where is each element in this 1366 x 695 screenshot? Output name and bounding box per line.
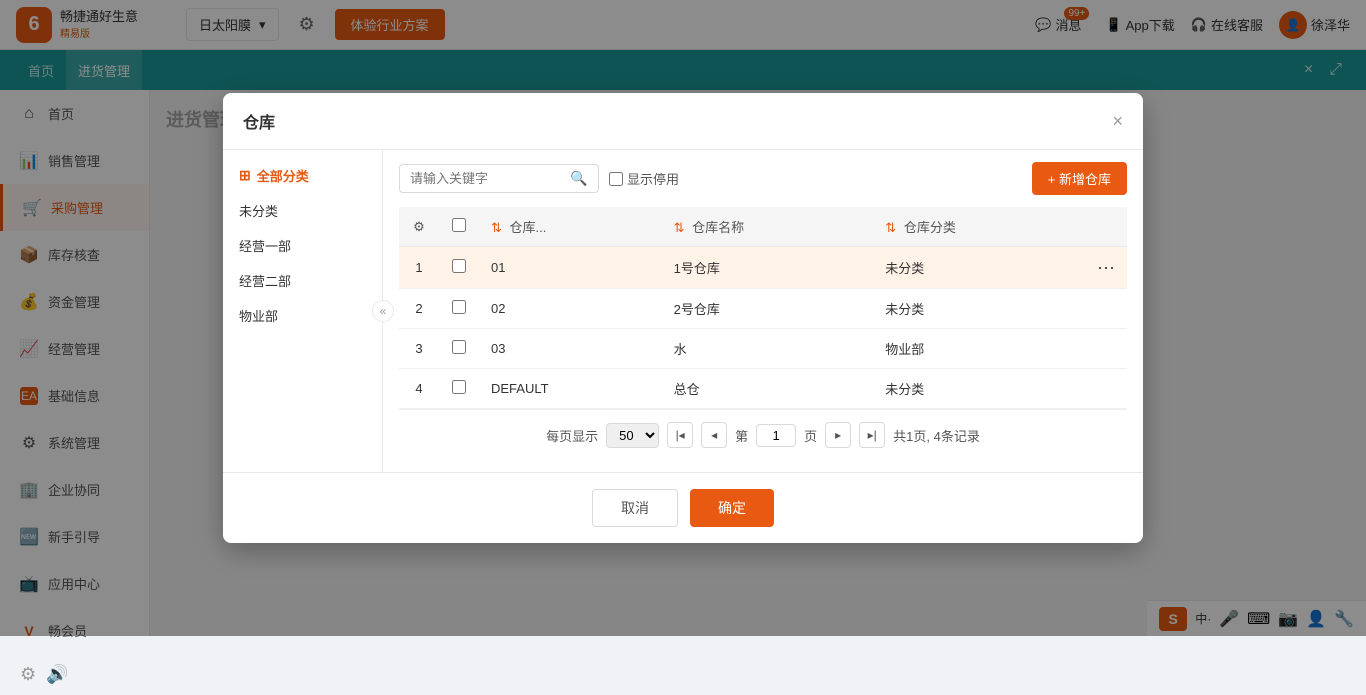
- col-category[interactable]: ⇅ 仓库分类: [873, 207, 1085, 247]
- category-ops2-label: 经营二部: [239, 271, 291, 290]
- dialog-footer: 取消 确定: [223, 472, 1143, 543]
- category-item-ops1[interactable]: 经营一部: [223, 228, 382, 263]
- table-row: 1 01 1号仓库 未分类 ···: [399, 247, 1127, 289]
- prev-page-button[interactable]: ◂: [701, 422, 727, 448]
- row1-category: 未分类: [873, 247, 1085, 289]
- row4-more[interactable]: [1085, 369, 1127, 409]
- table-row: 3 03 水 物业部: [399, 329, 1127, 369]
- category-collapse-button[interactable]: «: [372, 300, 394, 322]
- category-item-ops2[interactable]: 经营二部: [223, 263, 382, 298]
- col-actions: [1085, 207, 1127, 247]
- row2-name: 2号仓库: [662, 289, 874, 329]
- row3-seq: 3: [399, 329, 439, 369]
- col-name[interactable]: ⇅ 仓库名称: [662, 207, 874, 247]
- table-header-row: ⚙ ⇅ 仓库... ⇅: [399, 207, 1127, 247]
- sort-icon-category: ⇅: [885, 220, 896, 235]
- select-all-checkbox[interactable]: [452, 218, 466, 232]
- sort-icon-code: ⇅: [491, 220, 502, 235]
- last-page-button[interactable]: ▸|: [859, 422, 885, 448]
- category-item-unclassified[interactable]: 未分类: [223, 193, 382, 228]
- show-disabled-wrap: 显示停用: [609, 169, 679, 188]
- table-row: 4 DEFAULT 总仓 未分类: [399, 369, 1127, 409]
- sidebar-bottom: ⚙ 🔊: [0, 654, 149, 695]
- row3-select[interactable]: [452, 340, 466, 354]
- pagination: 每页显示 50 |◂ ◂ 第 页 ▸ ▸| 共1页, 4条记录: [399, 409, 1127, 460]
- sidebar-settings-icon[interactable]: ⚙: [20, 664, 36, 685]
- row4-select[interactable]: [452, 380, 466, 394]
- search-input-wrap: 🔍: [399, 164, 599, 193]
- col-settings: ⚙: [399, 207, 439, 247]
- dialog-overlay: 仓库 × « ⊞ 全部分类 未分类 经营一部 经营二部: [0, 0, 1366, 636]
- table-panel: 🔍 显示停用 + 新增仓库 ⚙: [383, 150, 1143, 472]
- row1-code: 01: [479, 247, 662, 289]
- sidebar-volume-icon[interactable]: 🔊: [46, 664, 68, 685]
- row1-seq: 1: [399, 247, 439, 289]
- category-item-all[interactable]: ⊞ 全部分类: [223, 158, 382, 193]
- table-container: ⚙ ⇅ 仓库... ⇅: [399, 207, 1127, 409]
- category-property-label: 物业部: [239, 306, 278, 325]
- dialog-header: 仓库 ×: [223, 93, 1143, 150]
- table-body: 1 01 1号仓库 未分类 ··· 2: [399, 247, 1127, 409]
- page-suffix: 页: [804, 426, 817, 445]
- col-checkbox: [439, 207, 479, 247]
- show-disabled-checkbox[interactable]: [609, 172, 623, 186]
- row1-select[interactable]: [452, 259, 466, 273]
- table-head: ⚙ ⇅ 仓库... ⇅: [399, 207, 1127, 247]
- row2-checkbox: [439, 289, 479, 329]
- row3-more[interactable]: [1085, 329, 1127, 369]
- category-ops1-label: 经营一部: [239, 236, 291, 255]
- row4-name: 总仓: [662, 369, 874, 409]
- page-number-input[interactable]: [756, 424, 796, 447]
- per-page-select[interactable]: 50: [606, 423, 659, 448]
- sort-icon-name: ⇅: [674, 220, 685, 235]
- category-all-label: 全部分类: [257, 166, 309, 185]
- row4-code: DEFAULT: [479, 369, 662, 409]
- dialog-close-button[interactable]: ×: [1112, 111, 1123, 132]
- warehouse-table: ⚙ ⇅ 仓库... ⇅: [399, 207, 1127, 409]
- table-row: 2 02 2号仓库 未分类: [399, 289, 1127, 329]
- cancel-button[interactable]: 取消: [592, 489, 678, 527]
- grid-icon: ⊞: [239, 167, 251, 184]
- row4-seq: 4: [399, 369, 439, 409]
- dialog-body: « ⊞ 全部分类 未分类 经营一部 经营二部 物业部: [223, 150, 1143, 472]
- search-input[interactable]: [410, 171, 570, 186]
- row1-name: 1号仓库: [662, 247, 874, 289]
- col-code[interactable]: ⇅ 仓库...: [479, 207, 662, 247]
- row2-select[interactable]: [452, 300, 466, 314]
- row2-category: 未分类: [873, 289, 1085, 329]
- first-page-button[interactable]: |◂: [667, 422, 693, 448]
- row1-checkbox: [439, 247, 479, 289]
- row2-more[interactable]: [1085, 289, 1127, 329]
- row3-category: 物业部: [873, 329, 1085, 369]
- dialog-title: 仓库: [243, 109, 275, 133]
- table-toolbar: 🔍 显示停用 + 新增仓库: [399, 162, 1127, 195]
- row4-checkbox: [439, 369, 479, 409]
- row1-more[interactable]: ···: [1085, 247, 1127, 289]
- add-warehouse-button[interactable]: + 新增仓库: [1032, 162, 1127, 195]
- warehouse-dialog: 仓库 × « ⊞ 全部分类 未分类 经营一部 经营二部: [223, 93, 1143, 543]
- row4-category: 未分类: [873, 369, 1085, 409]
- show-disabled-label: 显示停用: [627, 169, 679, 188]
- row2-code: 02: [479, 289, 662, 329]
- row3-name: 水: [662, 329, 874, 369]
- row3-code: 03: [479, 329, 662, 369]
- category-unclassified-label: 未分类: [239, 201, 278, 220]
- per-page-label: 每页显示: [546, 426, 598, 445]
- row2-seq: 2: [399, 289, 439, 329]
- search-icon[interactable]: 🔍: [570, 170, 587, 187]
- page-label: 第: [735, 426, 748, 445]
- settings-col-icon[interactable]: ⚙: [413, 219, 425, 234]
- total-info: 共1页, 4条记录: [893, 426, 980, 445]
- category-item-property[interactable]: 物业部: [223, 298, 382, 333]
- category-panel: « ⊞ 全部分类 未分类 经营一部 经营二部 物业部: [223, 150, 383, 472]
- confirm-button[interactable]: 确定: [690, 489, 774, 527]
- row3-checkbox: [439, 329, 479, 369]
- next-page-button[interactable]: ▸: [825, 422, 851, 448]
